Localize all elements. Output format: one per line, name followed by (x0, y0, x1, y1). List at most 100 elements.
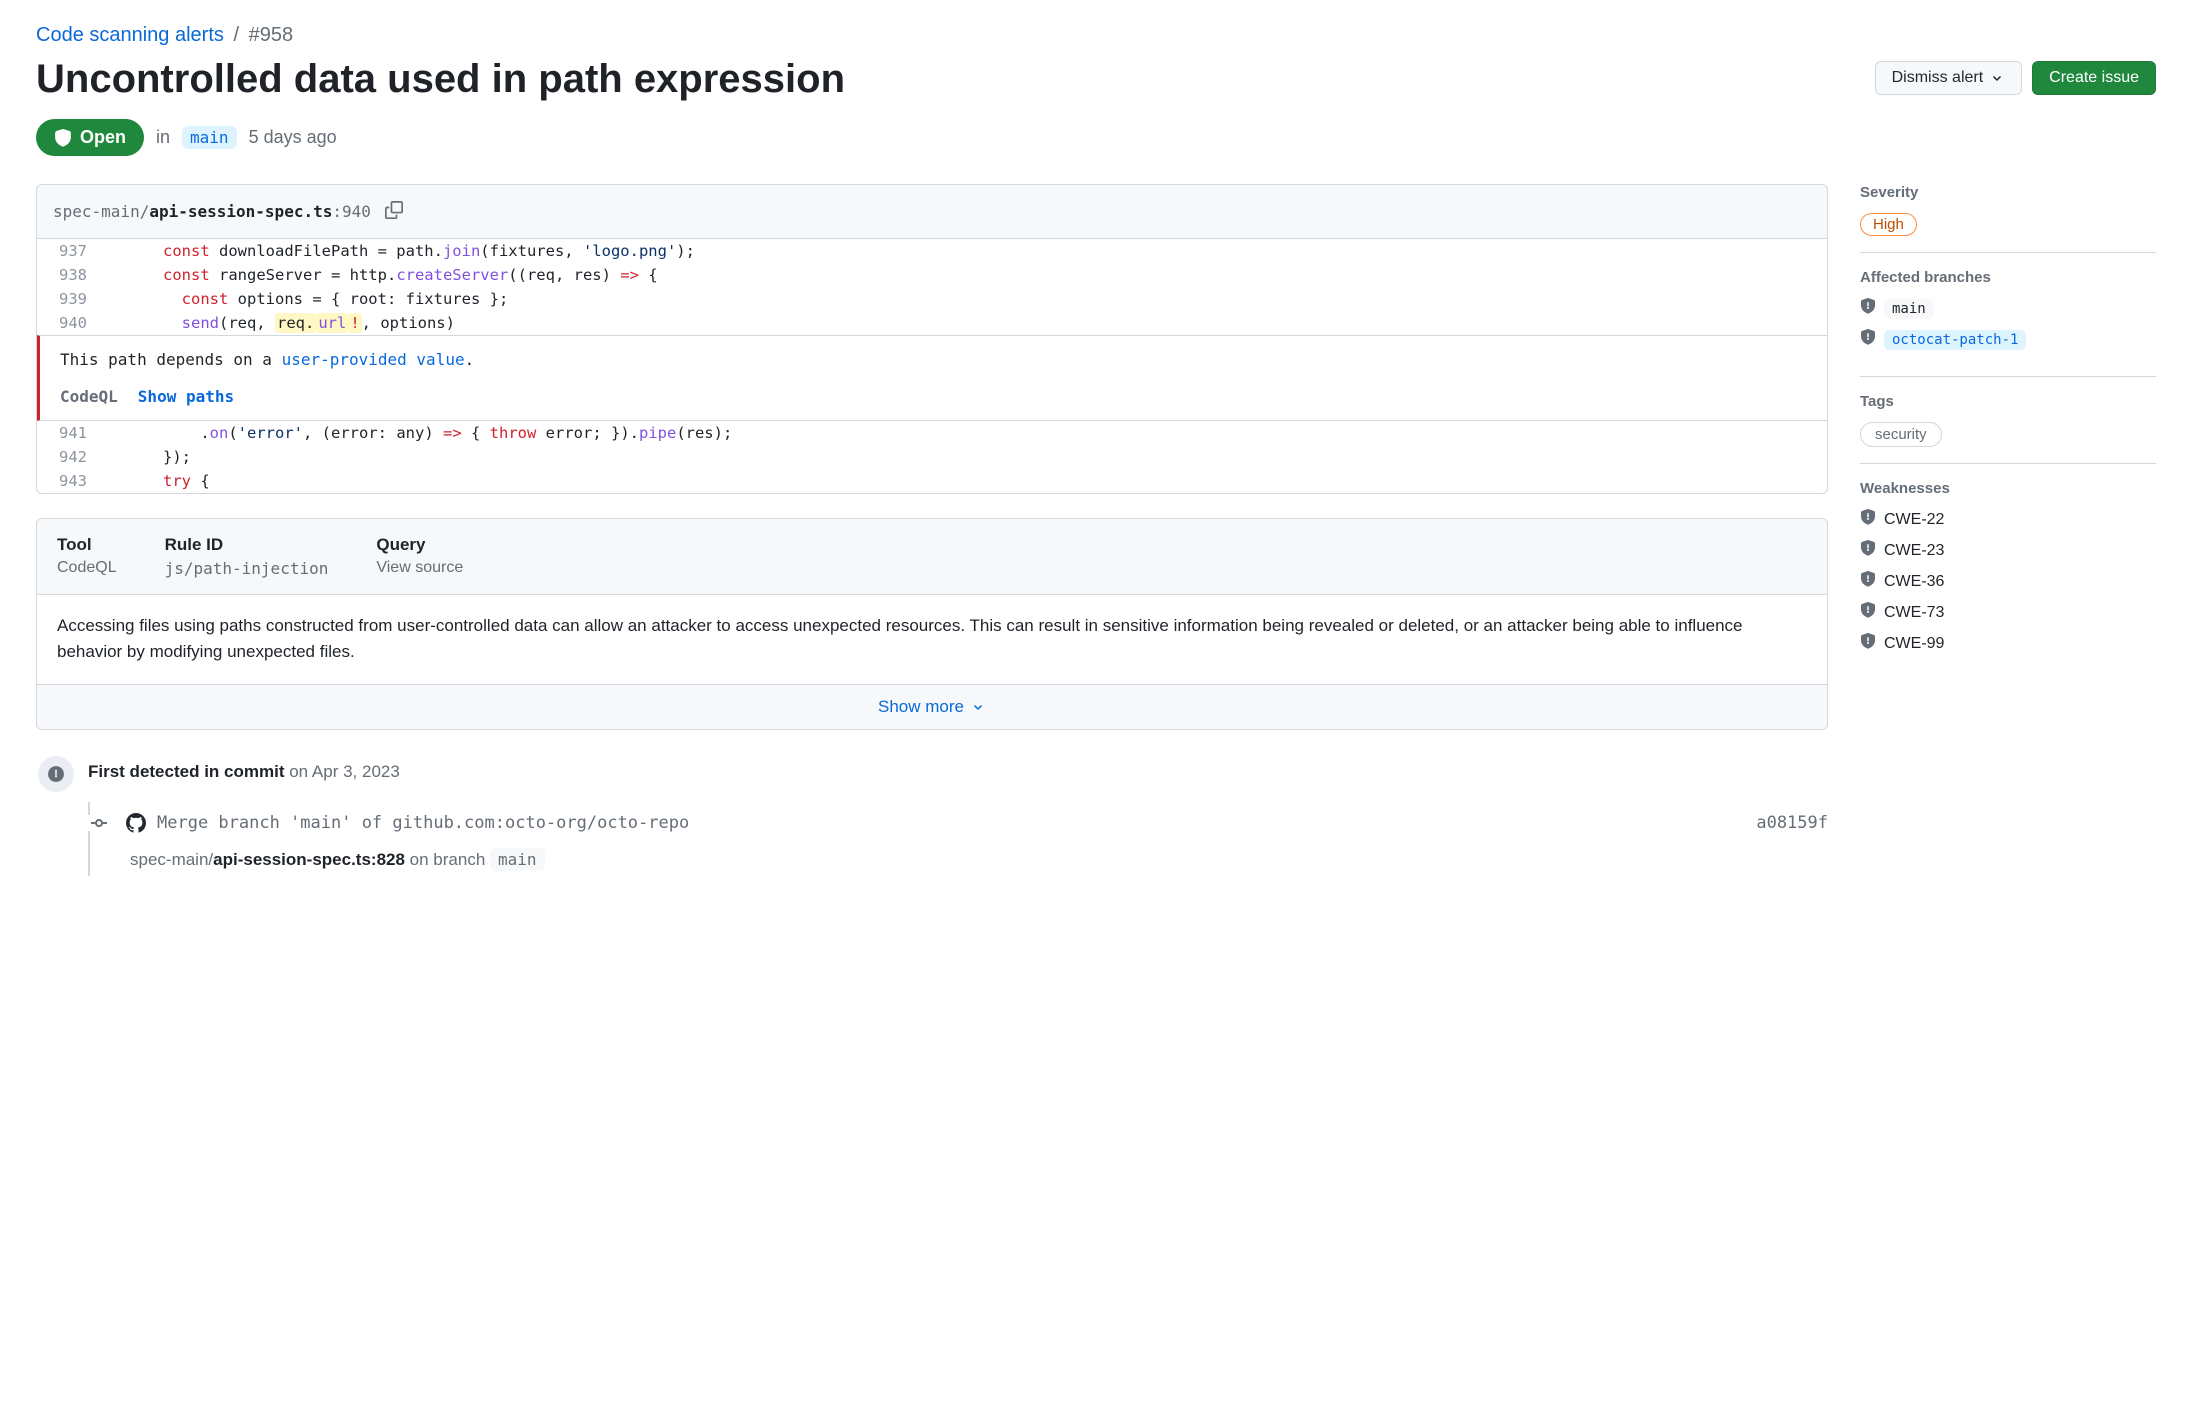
breadcrumb-parent-link[interactable]: Code scanning alerts (36, 24, 224, 46)
state-badge: Open (36, 119, 144, 156)
avatar (125, 812, 147, 834)
line-number: 938 (37, 263, 107, 287)
code-content: const downloadFilePath = path.join(fixtu… (107, 239, 1827, 263)
status-age: 5 days ago (249, 127, 337, 148)
status-in-label: in (156, 127, 170, 148)
sidebar-tags-heading: Tags (1860, 393, 2156, 410)
branch-name: octocat-patch-1 (1884, 330, 2026, 350)
view-source-link[interactable]: View source (376, 559, 463, 576)
sidebar-severity: Severity High (1860, 184, 2156, 253)
shield-alert-icon (47, 765, 65, 783)
code-line[interactable]: 941 .on('error', (error: any) => { throw… (37, 421, 1827, 445)
tool-value: CodeQL (57, 559, 117, 577)
page-title: Uncontrolled data used in path expressio… (36, 55, 845, 103)
timeline-file-dir: spec-main/ (130, 850, 213, 869)
details-body: Accessing files using paths constructed … (37, 595, 1827, 685)
page-header: Uncontrolled data used in path expressio… (36, 55, 2156, 103)
show-more-label: Show more (878, 697, 964, 717)
header-actions: Dismiss alert Create issue (1875, 61, 2156, 95)
shield-icon (1860, 602, 1876, 623)
line-number: 937 (37, 239, 107, 263)
shield-icon (1860, 571, 1876, 592)
timeline-badge (36, 754, 76, 794)
copy-icon (385, 201, 403, 219)
first-detected-label: First detected in commit (88, 762, 284, 781)
code-content: const rangeServer = http.createServer((r… (107, 263, 1827, 287)
shield-icon (1860, 298, 1876, 319)
shield-icon (54, 129, 72, 147)
weakness-id: CWE-36 (1884, 573, 1944, 591)
shield-icon (1860, 329, 1876, 350)
sidebar-weaknesses-heading: Weaknesses (1860, 480, 2156, 497)
first-detected-date: on Apr 3, 2023 (289, 762, 400, 781)
create-issue-label: Create issue (2049, 69, 2139, 87)
line-number: 941 (37, 421, 107, 445)
line-number: 943 (37, 469, 107, 493)
weakness-row[interactable]: CWE-23 (1860, 540, 2156, 561)
weakness-id: CWE-99 (1884, 635, 1944, 653)
tool-label: Tool (57, 535, 117, 555)
code-line[interactable]: 938 const rangeServer = http.createServe… (37, 263, 1827, 287)
state-badge-label: Open (80, 127, 126, 148)
sidebar-severity-heading: Severity (1860, 184, 2156, 201)
sidebar-affected-heading: Affected branches (1860, 269, 2156, 286)
create-issue-button[interactable]: Create issue (2032, 61, 2156, 95)
code-line[interactable]: 937 const downloadFilePath = path.join(f… (37, 239, 1827, 263)
on-branch-label: on branch (405, 850, 490, 869)
shield-icon (1860, 509, 1876, 530)
breadcrumb-issue-number: #958 (249, 24, 294, 46)
code-line[interactable]: 942 }); (37, 445, 1827, 469)
sidebar-affected-branches: Affected branches main octocat-patch-1 (1860, 253, 2156, 377)
code-line[interactable]: 939 const options = { root: fixtures }; (37, 287, 1827, 311)
sidebar-weaknesses: Weaknesses CWE-22 CWE-23 CWE-36 CWE-73 CWE-9… (1860, 464, 2156, 680)
sidebar: Severity High Affected branches main octo… (1860, 184, 2156, 680)
annotation-suffix: . (465, 350, 475, 369)
details-header: Tool CodeQL Rule ID js/path-injection Qu… (37, 519, 1827, 595)
dismiss-alert-label: Dismiss alert (1892, 69, 1984, 87)
show-more-button[interactable]: Show more (37, 685, 1827, 729)
timeline-file-ref: spec-main/api-session-spec.ts:828 on bra… (90, 844, 1828, 876)
code-content: const options = { root: fixtures }; (107, 287, 1827, 311)
code-body: 937 const downloadFilePath = path.join(f… (37, 239, 1827, 493)
rule-id-label: Rule ID (165, 535, 329, 555)
rule-id-value: js/path-injection (165, 559, 329, 578)
sidebar-branch-row[interactable]: main (1860, 298, 2156, 319)
timeline-commit-row[interactable]: Merge branch 'main' of github.com:octo-o… (90, 802, 1828, 844)
weakness-row[interactable]: CWE-22 (1860, 509, 2156, 530)
sidebar-branch-row[interactable]: octocat-patch-1 (1860, 329, 2156, 350)
octocat-icon (126, 813, 146, 833)
code-annotation: This path depends on a user-provided val… (37, 335, 1827, 421)
on-branch-pill[interactable]: main (490, 848, 545, 871)
weakness-row[interactable]: CWE-99 (1860, 633, 2156, 654)
shield-icon (1860, 633, 1876, 654)
tag-pill[interactable]: security (1860, 422, 1942, 447)
timeline: First detected in commit on Apr 3, 2023 … (36, 754, 1828, 876)
file-path-dir: spec-main/ (53, 202, 149, 221)
dismiss-alert-button[interactable]: Dismiss alert (1875, 61, 2023, 95)
file-path-name: api-session-spec.ts (149, 202, 332, 221)
commit-sha[interactable]: a08159f (1756, 813, 1828, 833)
weakness-row[interactable]: CWE-36 (1860, 571, 2156, 592)
status-branch[interactable]: main (182, 126, 237, 149)
status-line: Open in main 5 days ago (36, 119, 2156, 156)
annotation-link[interactable]: user-provided value (282, 350, 465, 369)
breadcrumb: Code scanning alerts / #958 (36, 24, 2156, 47)
chevron-down-icon (1989, 70, 2005, 86)
annotation-tool-label: CodeQL (60, 387, 118, 406)
shield-icon (1860, 540, 1876, 561)
breadcrumb-separator: / (233, 24, 239, 46)
commit-dot-icon (83, 815, 115, 831)
query-label: Query (376, 535, 463, 555)
branch-name: main (1884, 299, 1934, 319)
line-number: 939 (37, 287, 107, 311)
weakness-id: CWE-73 (1884, 604, 1944, 622)
annotation-prefix: This path depends on a (60, 350, 282, 369)
show-paths-button[interactable]: Show paths (138, 387, 234, 406)
copy-path-button[interactable] (381, 197, 407, 226)
code-line[interactable]: 943 try { (37, 469, 1827, 493)
code-line[interactable]: 940 send(req, req.url!, options) (37, 311, 1827, 335)
weakness-id: CWE-22 (1884, 511, 1944, 529)
timeline-file-name: api-session-spec.ts:828 (213, 850, 405, 869)
weakness-row[interactable]: CWE-73 (1860, 602, 2156, 623)
code-panel: spec-main/api-session-spec.ts:940 937 co… (36, 184, 1828, 494)
